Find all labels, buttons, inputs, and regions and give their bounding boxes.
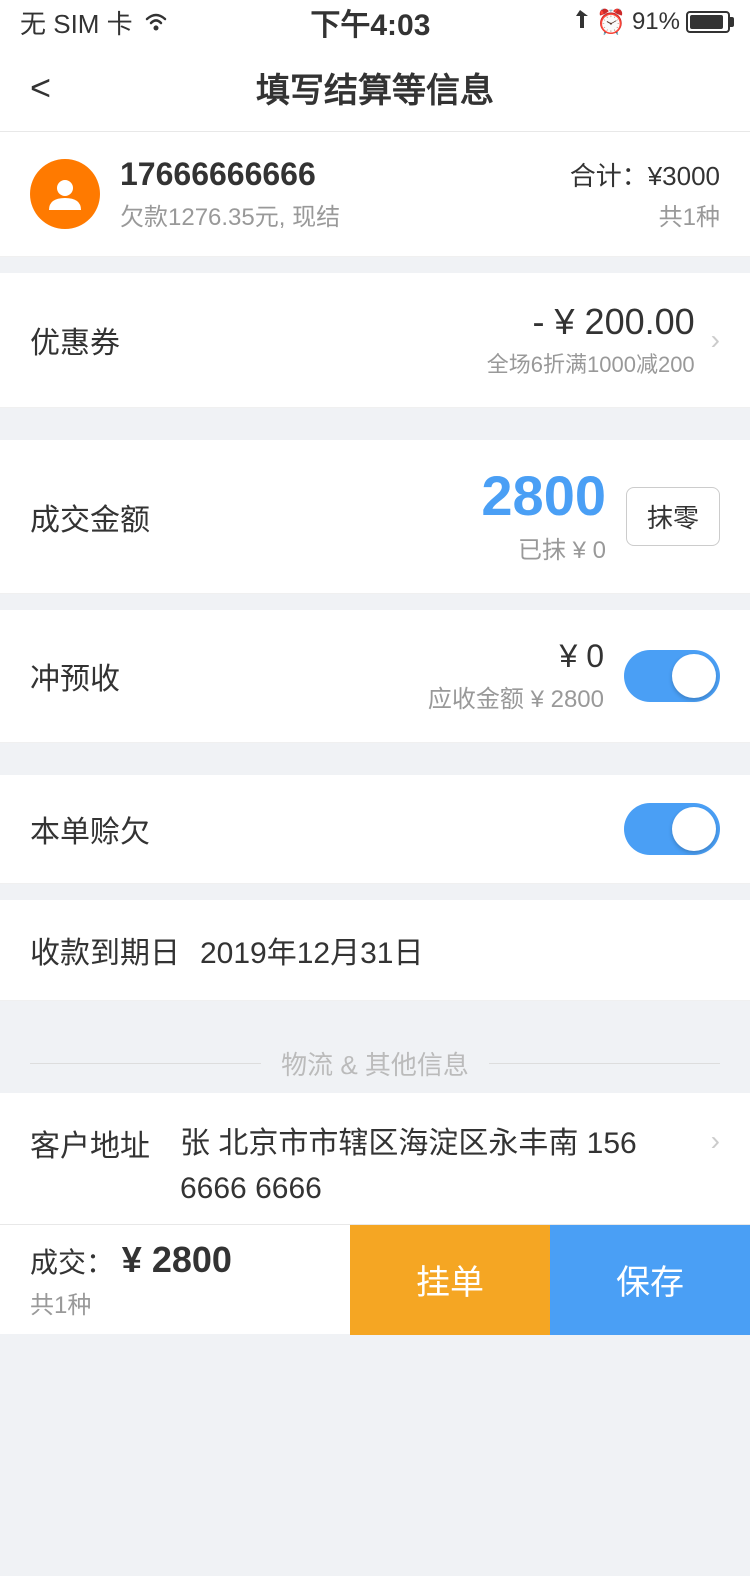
bottom-deal-amount: ¥ 2800 xyxy=(122,1239,232,1280)
page-title: 填写结算等信息 xyxy=(90,63,660,112)
carrier-text: 无 SIM 卡 xyxy=(20,4,133,41)
due-date: 2019年12月31日 xyxy=(200,928,423,972)
bottom-deal-label: 成交： xyxy=(30,1247,114,1278)
credit-label: 本单赊欠 xyxy=(30,807,150,851)
alarm-icon: ⏰ xyxy=(596,8,626,37)
section-gap-1 xyxy=(0,424,750,440)
main-content: 17666666666 欠款1276.35元, 现结 合计：¥3000 共1种 … xyxy=(0,132,750,1576)
deal-rubbed: 已抹 ¥ 0 xyxy=(481,530,606,565)
status-time: 下午4:03 xyxy=(310,0,430,44)
toggle-knob xyxy=(672,654,716,698)
avatar xyxy=(30,159,100,229)
section-gap-3 xyxy=(0,1017,750,1033)
status-bar: 无 SIM 卡 下午4:03 ⏰ 91% xyxy=(0,0,750,44)
address-content: 张 北京市市辖区海淀区永丰南 156 6666 6666 xyxy=(180,1121,701,1211)
nav-bar: < 填写结算等信息 xyxy=(0,44,750,132)
coupon-detail: 全场6折满1000减200 xyxy=(487,347,695,379)
prepay-label: 冲预收 xyxy=(30,654,120,698)
prepay-sub: 应收金额 ¥ 2800 xyxy=(428,679,604,714)
address-label: 客户地址 xyxy=(30,1121,150,1165)
battery-icon xyxy=(686,11,730,33)
back-button[interactable]: < xyxy=(30,67,90,109)
section-gap-2 xyxy=(0,759,750,775)
customer-phone: 17666666666 xyxy=(120,156,340,193)
address-chevron-icon: › xyxy=(711,1125,720,1157)
customer-row: 17666666666 欠款1276.35元, 现结 合计：¥3000 共1种 xyxy=(0,132,750,257)
credit-section: 本单赊欠 xyxy=(0,775,750,884)
prepay-amount: ¥ 0 xyxy=(428,638,604,675)
deal-label: 成交金额 xyxy=(30,495,150,539)
prepay-toggle[interactable] xyxy=(624,650,720,702)
bottom-bar: 成交： ¥ 2800 共1种 挂单 保存 xyxy=(0,1224,750,1334)
status-right: ⏰ 91% xyxy=(570,8,730,37)
coupon-row[interactable]: 优惠券 - ¥ 200.00 全场6折满1000减200 › xyxy=(0,273,750,408)
logistics-text: 物流 & 其他信息 xyxy=(261,1045,489,1082)
customer-sub: 欠款1276.35元, 现结 xyxy=(120,197,340,232)
deal-section: 成交金额 2800 已抹 ¥ 0 抹零 xyxy=(0,440,750,594)
save-button[interactable]: 保存 xyxy=(550,1225,750,1335)
coupon-amount: - ¥ 200.00 xyxy=(487,301,695,343)
logistics-divider: 物流 & 其他信息 xyxy=(0,1033,750,1093)
wifi-icon xyxy=(141,7,171,38)
hold-button[interactable]: 挂单 xyxy=(350,1225,550,1335)
location-icon xyxy=(570,8,590,37)
round-button[interactable]: 抹零 xyxy=(626,487,720,546)
due-label: 收款到期日 xyxy=(30,928,180,972)
prepay-section: 冲预收 ¥ 0 应收金额 ¥ 2800 xyxy=(0,610,750,743)
total-count: 共1种 xyxy=(570,197,720,232)
credit-toggle[interactable] xyxy=(624,803,720,855)
battery-percent: 91% xyxy=(632,8,680,36)
credit-toggle-knob xyxy=(672,807,716,851)
deal-amount: 2800 xyxy=(481,468,606,524)
coupon-label: 优惠券 xyxy=(30,318,120,362)
status-left: 无 SIM 卡 xyxy=(20,4,171,41)
bottom-summary: 成交： ¥ 2800 共1种 xyxy=(0,1239,350,1320)
bottom-count: 共1种 xyxy=(30,1285,320,1320)
due-section: 收款到期日 2019年12月31日 xyxy=(0,900,750,1001)
total-amount: 合计：¥3000 xyxy=(570,156,720,193)
chevron-right-icon: › xyxy=(711,324,720,356)
address-section[interactable]: 客户地址 张 北京市市辖区海淀区永丰南 156 6666 6666 › xyxy=(0,1093,750,1240)
